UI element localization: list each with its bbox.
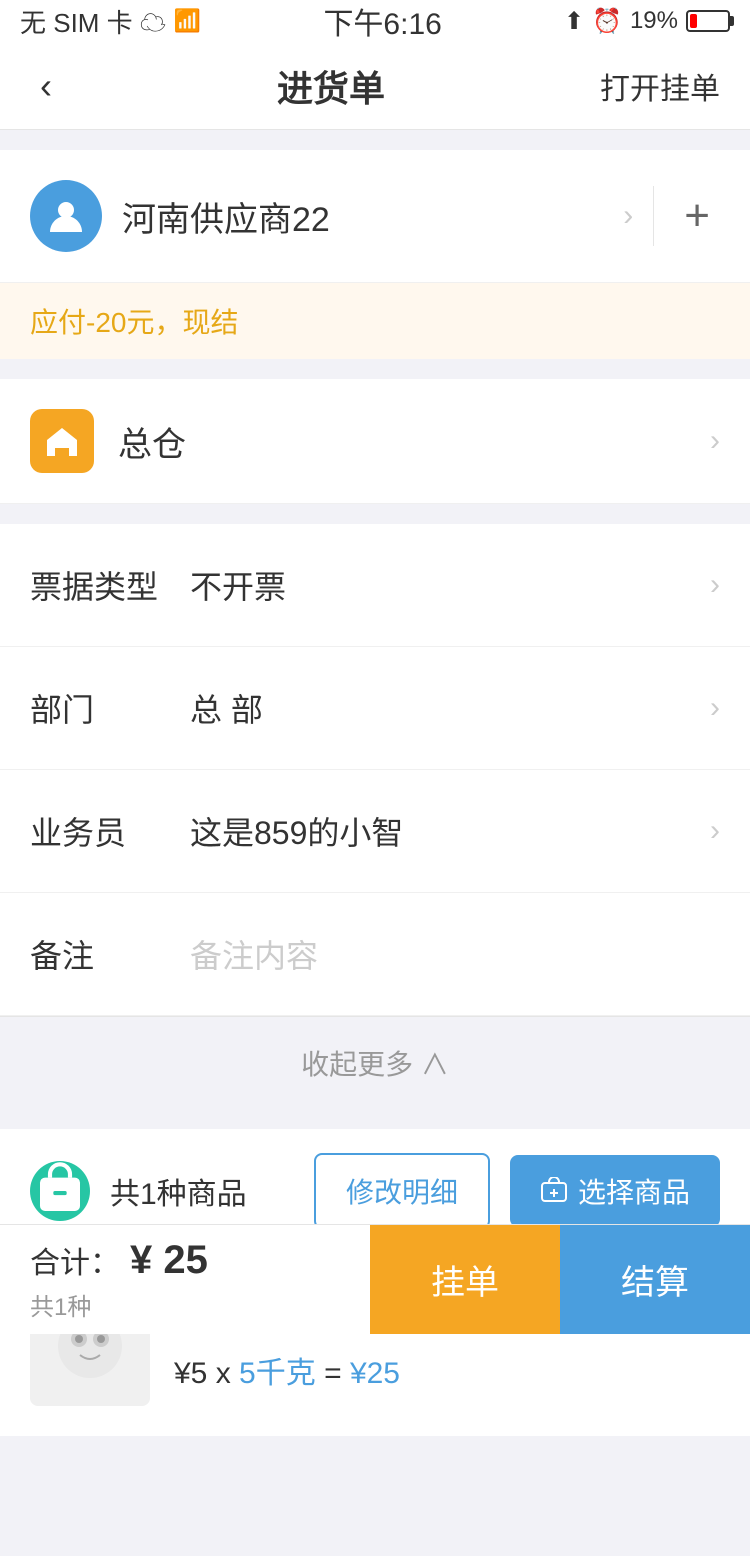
supplier-section: 河南供应商22 › + 应付-20元，现结 (0, 150, 750, 359)
status-right: ⬆ ⏰ 19% (564, 7, 730, 36)
invoice-type-value: 不开票 (190, 562, 710, 608)
salesperson-chevron-icon: › (710, 814, 720, 848)
page-title: 进货单 (277, 60, 385, 112)
warehouse-row[interactable]: 总仓 › (0, 379, 750, 504)
status-bar: 无 SIM 卡 ☁ 📶 下午6:16 ⬆ ⏰ 19% (0, 0, 750, 42)
status-left: 无 SIM 卡 ☁ 📶 (20, 3, 201, 40)
department-label: 部门 (30, 685, 190, 731)
add-button[interactable]: + (674, 191, 720, 241)
supplier-avatar (30, 180, 102, 252)
collapse-label: 收起更多 ∧ (301, 1049, 449, 1080)
warehouse-name: 总仓 (118, 417, 710, 466)
supplier-chevron-icon: › (623, 199, 633, 233)
battery-icon (686, 10, 730, 32)
remark-row[interactable]: 备注 备注内容 (0, 893, 750, 1016)
total-row: 合计： ¥ 25 (30, 1238, 340, 1283)
warehouse-chevron-icon: › (710, 424, 720, 458)
edit-detail-button[interactable]: 修改明细 (314, 1153, 490, 1229)
hang-button[interactable]: 挂单 (370, 1225, 560, 1334)
notice-bar: 应付-20元，现结 (0, 283, 750, 359)
notice-text: 应付-20元，现结 (30, 307, 238, 338)
invoice-type-label: 票据类型 (30, 562, 190, 608)
settle-button[interactable]: 结算 (560, 1225, 750, 1334)
invoice-type-chevron-icon: › (710, 568, 720, 602)
department-chevron-icon: › (710, 691, 720, 725)
status-time: 下午6:16 (323, 0, 441, 43)
divider (653, 186, 654, 246)
footer: 合计： ¥ 25 共1种 挂单 结算 (0, 1224, 750, 1334)
select-product-icon (540, 1177, 568, 1205)
department-value: 总 部 (190, 685, 710, 731)
invoice-type-row[interactable]: 票据类型 不开票 › (0, 524, 750, 647)
salesperson-value: 这是859的小智 (190, 808, 710, 854)
salesperson-row[interactable]: 业务员 这是859的小智 › (0, 770, 750, 893)
product-count-icon (30, 1161, 90, 1221)
form-section: 票据类型 不开票 › 部门 总 部 › 业务员 这是859的小智 › 备注 备注… (0, 524, 750, 1016)
total-sub: 共1种 (30, 1287, 340, 1322)
total-label: 合计： (30, 1238, 120, 1282)
select-product-button[interactable]: 选择商品 (510, 1155, 720, 1227)
footer-total: 合计： ¥ 25 共1种 (0, 1225, 370, 1334)
location-icon: ⬆ (564, 7, 584, 36)
alarm-icon: ⏰ (592, 7, 622, 36)
wifi-icon: 📶 (174, 8, 201, 34)
product-price: ¥5 x 5千克 = ¥25 (174, 1348, 640, 1392)
product-qty: 5千克 (239, 1357, 316, 1390)
salesperson-label: 业务员 (30, 808, 190, 854)
hang-label: 挂单 (431, 1255, 499, 1304)
select-product-label: 选择商品 (578, 1171, 690, 1211)
nav-bar: ‹ 进货单 打开挂单 (0, 42, 750, 130)
product-total: ¥25 (350, 1357, 400, 1390)
remark-label: 备注 (30, 931, 190, 977)
total-amount: ¥ 25 (130, 1238, 208, 1283)
back-button[interactable]: ‹ (30, 55, 62, 117)
warehouse-icon (30, 409, 94, 473)
sim-status: 无 SIM 卡 ☁ (20, 3, 166, 40)
battery-percent: 19% (630, 7, 678, 35)
supplier-name: 河南供应商22 (122, 192, 623, 241)
supplier-row[interactable]: 河南供应商22 › + (0, 150, 750, 283)
settle-label: 结算 (621, 1255, 689, 1304)
department-row[interactable]: 部门 总 部 › (0, 647, 750, 770)
open-pending-button[interactable]: 打开挂单 (600, 64, 720, 108)
remark-placeholder: 备注内容 (190, 931, 720, 977)
product-count-text: 共1种商品 (110, 1169, 294, 1213)
collapse-bar[interactable]: 收起更多 ∧ (0, 1016, 750, 1109)
